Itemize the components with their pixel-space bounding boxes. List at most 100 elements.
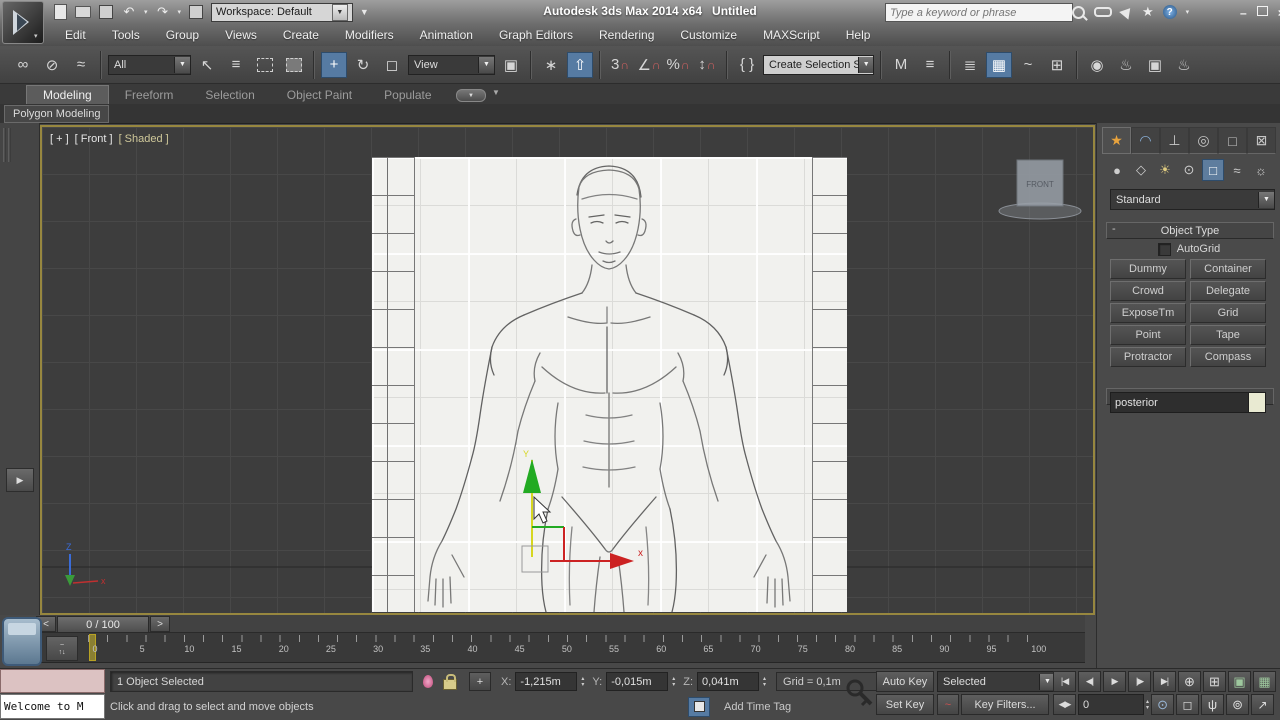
graphite-ribbon-toggle-icon[interactable]: ▦ — [986, 51, 1012, 78]
spinner-snap-toggle-icon[interactable]: ↕ ∩ — [694, 52, 720, 78]
object-type-button[interactable]: Protractor — [1110, 347, 1186, 367]
key-selection-dropdown[interactable]: Selected ▼ — [937, 671, 1056, 692]
ribbon-tab[interactable]: Modeling — [26, 85, 109, 104]
help-dropdown-icon[interactable]: ▾ — [1186, 8, 1190, 16]
tab-create-icon[interactable]: ★ — [1102, 127, 1131, 154]
named-selection-sets-dropdown[interactable]: Create Selection Se ▼ — [763, 54, 874, 75]
auto-key-button[interactable]: Auto Key — [876, 671, 934, 692]
object-type-button[interactable]: Crowd — [1110, 281, 1186, 301]
object-name-field[interactable] — [1110, 392, 1252, 413]
z-coordinate-field[interactable]: 0,041m — [697, 672, 760, 691]
save-file-icon[interactable] — [98, 4, 114, 20]
ribbon-minimize-button[interactable]: ▼ — [456, 89, 486, 102]
reference-image-plane[interactable] — [372, 157, 847, 612]
x-spinner[interactable]: ▴ ▾ — [581, 676, 584, 688]
maximize-viewport-toggle-icon[interactable]: ↗ — [1251, 694, 1275, 715]
new-scene-icon[interactable] — [52, 4, 68, 20]
menu-item[interactable]: Edit — [52, 28, 99, 42]
ribbon-options-caret-icon[interactable]: ▼ — [492, 88, 500, 97]
redo-dropdown-icon[interactable]: ▾ — [178, 8, 182, 16]
x-coordinate-field[interactable]: -1,215m — [515, 672, 578, 691]
ribbon-tab[interactable]: Selection — [189, 86, 270, 104]
mini-curve-editor-button[interactable]: ~ ↑↓ — [46, 636, 78, 661]
bind-to-space-warp-icon[interactable]: ≈ — [68, 52, 94, 78]
object-type-button[interactable]: Container — [1190, 259, 1266, 279]
menu-item[interactable]: Rendering — [586, 28, 667, 42]
zoom-icon[interactable]: ⊕ — [1178, 671, 1201, 692]
object-type-button[interactable]: Grid — [1190, 303, 1266, 323]
undo-icon[interactable]: ↶ — [121, 4, 137, 20]
mirror-icon[interactable]: M — [888, 52, 914, 78]
time-configuration-icon[interactable]: ⊙ — [1151, 694, 1175, 715]
object-color-swatch[interactable] — [1248, 392, 1266, 413]
viewport-menu-shading[interactable]: [ Shaded ] — [119, 133, 169, 145]
category-shapes-icon[interactable]: ◇ — [1130, 159, 1152, 181]
tab-motion-icon[interactable]: ◎ — [1189, 127, 1218, 154]
category-lights-icon[interactable]: ☀ — [1154, 159, 1176, 181]
set-key-button[interactable]: Set Key — [876, 694, 934, 715]
go-to-start-icon[interactable]: |◀ — [1053, 671, 1076, 692]
tab-hierarchy-icon[interactable]: ⊥ — [1160, 127, 1189, 154]
angle-snap-toggle-icon[interactable]: ∠ ∩ — [636, 52, 662, 78]
z-spinner[interactable]: ▴ ▾ — [763, 676, 766, 688]
menu-item[interactable]: Create — [270, 28, 332, 42]
project-folder-icon[interactable] — [188, 4, 204, 20]
object-type-rollout-header[interactable]: - Object Type — [1106, 222, 1274, 239]
select-object-icon[interactable]: ↖ — [194, 52, 220, 78]
rendered-frame-window-icon[interactable]: ▣ — [1142, 52, 1168, 78]
y-coordinate-field[interactable]: -0,015m — [606, 672, 669, 691]
snaps-toggle-3d-icon[interactable]: 3 ∩ — [607, 52, 633, 78]
viewport-menu-pov[interactable]: [ Front ] — [75, 133, 113, 145]
window-crossing-toggle-icon[interactable] — [281, 52, 307, 78]
edit-named-selection-sets-icon[interactable]: { } — [734, 52, 760, 78]
adaptive-degradation-icon[interactable] — [688, 696, 710, 717]
expand-panel-button[interactable]: ▶ — [6, 468, 34, 492]
render-setup-icon[interactable]: ♨ — [1113, 52, 1139, 78]
zoom-extents-icon[interactable]: ▣ — [1228, 671, 1251, 692]
current-frame-field[interactable] — [1078, 694, 1144, 715]
zoom-all-icon[interactable]: ⊞ — [1203, 671, 1226, 692]
isolate-selection-icon[interactable] — [423, 675, 433, 688]
maxscript-mini-listener-macro[interactable] — [0, 669, 105, 693]
ribbon-tab[interactable]: Freeform — [109, 86, 190, 104]
selection-filter-caret-icon[interactable]: ▼ — [174, 56, 190, 73]
open-file-icon[interactable] — [75, 4, 91, 20]
tab-utilities-icon[interactable]: ⊠ — [1247, 127, 1276, 154]
object-type-button[interactable]: Dummy — [1110, 259, 1186, 279]
play-animation-icon[interactable]: ▶ — [1103, 671, 1126, 692]
object-type-button[interactable]: ExposeTm — [1110, 303, 1186, 323]
next-frame-slider-button[interactable]: > — [150, 616, 170, 632]
helper-category-dropdown[interactable]: Standard ▼ — [1110, 189, 1275, 210]
category-space-warps-icon[interactable]: ≈ — [1226, 159, 1248, 181]
object-type-button[interactable]: Compass — [1190, 347, 1266, 367]
select-and-move-icon[interactable]: + — [321, 51, 347, 78]
select-and-rotate-icon[interactable]: ↻ — [350, 52, 376, 78]
toolbar-grip[interactable] — [3, 128, 6, 162]
category-helpers-icon[interactable]: □ — [1202, 159, 1224, 181]
coordinate-system-caret-icon[interactable]: ▼ — [478, 56, 494, 73]
infocenter-search-input[interactable] — [885, 3, 1073, 22]
reference-coordinate-system-dropdown[interactable]: View ▼ — [408, 54, 495, 75]
select-and-scale-icon[interactable]: ◻ — [379, 52, 405, 78]
time-slider-track[interactable] — [40, 615, 1085, 633]
menu-item[interactable]: MAXScript — [750, 28, 833, 42]
time-slider-handle[interactable]: 0 / 100 — [57, 616, 149, 633]
ribbon-tab[interactable]: Object Paint — [271, 86, 368, 104]
viewport-menu-general[interactable]: [ + ] — [50, 133, 69, 145]
workspace-selector[interactable]: Workspace: Default ▼ — [211, 2, 353, 22]
curve-editor-icon[interactable]: ~ — [1015, 52, 1041, 78]
tab-display-icon[interactable]: □ — [1218, 127, 1247, 154]
zoom-extents-all-icon[interactable]: ▦ — [1253, 671, 1276, 692]
keyboard-shortcut-override-icon[interactable]: ⇧ — [567, 51, 593, 78]
menu-item[interactable]: Help — [833, 28, 884, 42]
viewport-layout-tab[interactable] — [2, 617, 42, 666]
restore-button[interactable] — [1256, 6, 1268, 16]
use-pivot-point-center-icon[interactable]: ▣ — [498, 52, 524, 78]
favorites-star-icon[interactable]: ★ — [1142, 4, 1154, 20]
align-icon[interactable]: ≡ — [917, 52, 943, 78]
undo-dropdown-icon[interactable]: ▾ — [144, 8, 148, 16]
layer-manager-icon[interactable]: ≣ — [957, 52, 983, 78]
polygon-modeling-panel-tab[interactable]: Polygon Modeling — [4, 105, 110, 123]
redo-icon[interactable]: ↷ — [155, 4, 171, 20]
next-frame-icon[interactable]: |▶ — [1128, 671, 1151, 692]
